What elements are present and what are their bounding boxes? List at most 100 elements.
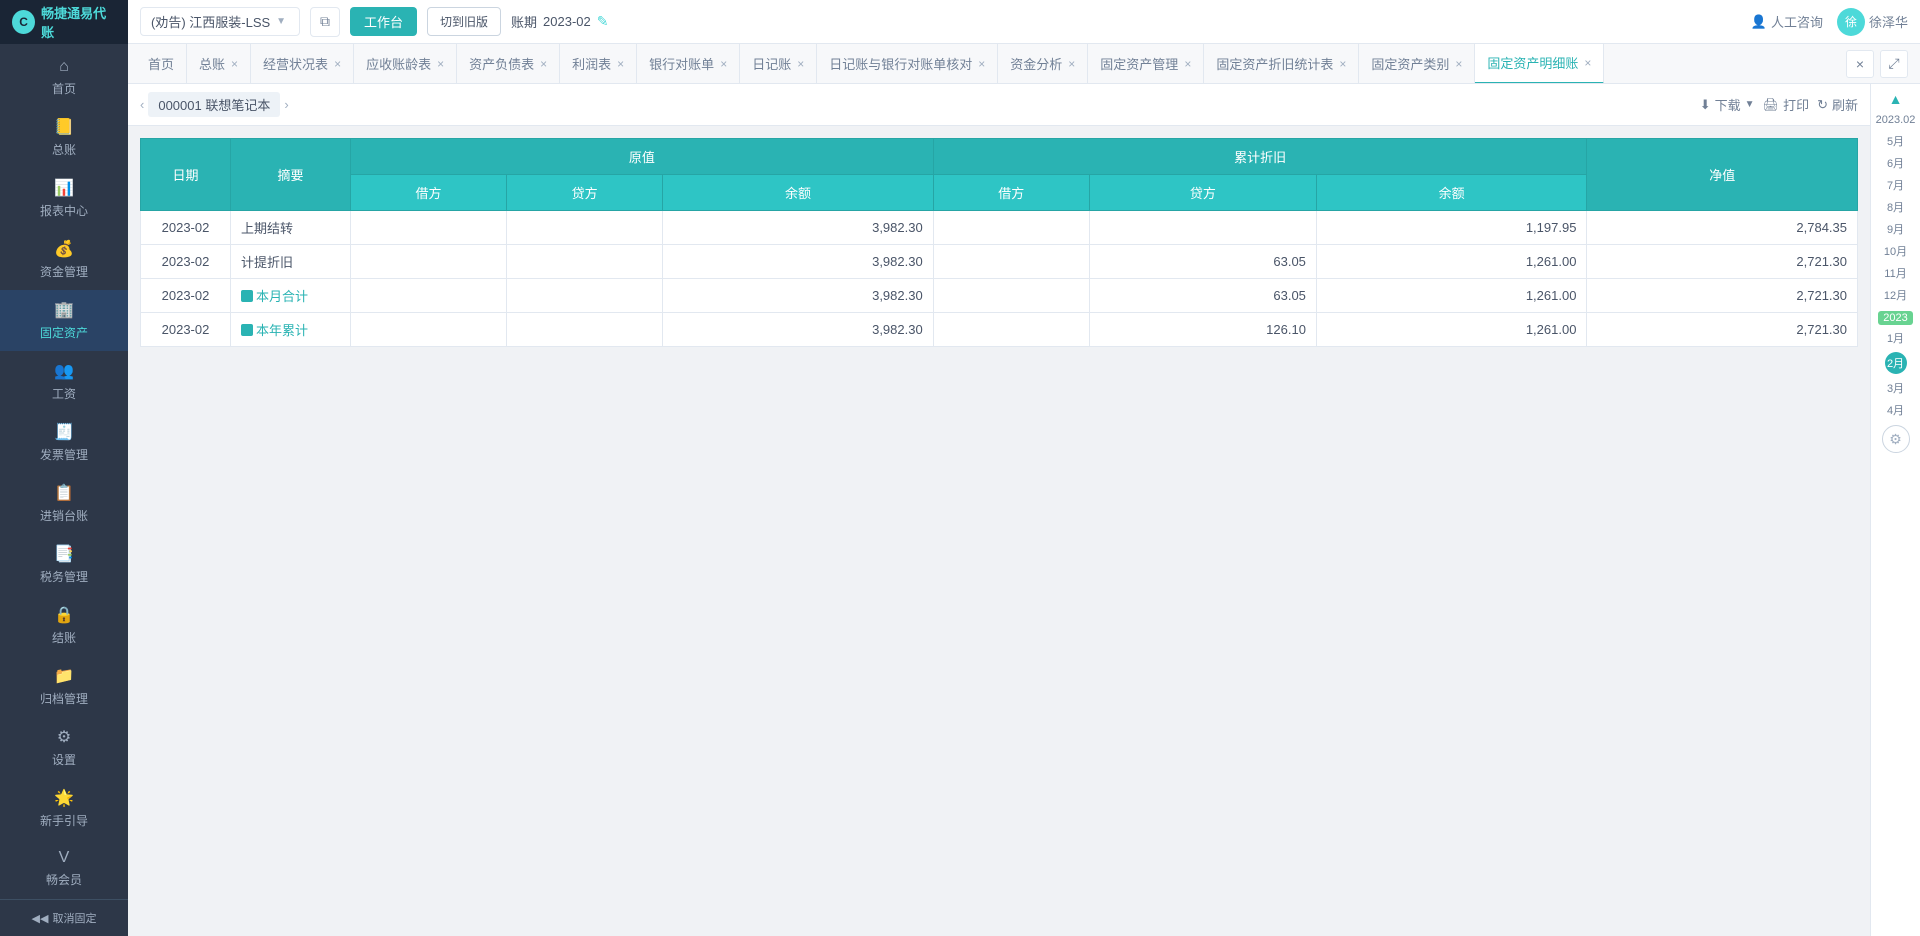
tab-close-icon[interactable]: × <box>334 57 341 71</box>
timeline-month-9[interactable]: 9月 <box>1871 218 1920 240</box>
tab-close-icon[interactable]: × <box>231 57 238 71</box>
timeline-month-2-active[interactable]: 2月 <box>1871 349 1920 377</box>
tab-ledger[interactable]: 总账 × <box>187 44 251 84</box>
user-info[interactable]: 徐 徐泽华 <box>1837 8 1908 36</box>
print-label: 打印 <box>1783 95 1809 114</box>
work-bench-button[interactable]: 工作台 <box>350 7 417 36</box>
archive-icon: 📁 <box>54 666 74 686</box>
timeline-month-12[interactable]: 12月 <box>1871 284 1920 306</box>
sidebar-item-invoice[interactable]: 🧾 发票管理 <box>0 412 128 473</box>
tab-close-all-button[interactable]: × <box>1846 50 1874 78</box>
tab-close-icon[interactable]: × <box>1339 57 1346 71</box>
sidebar-item-capital[interactable]: 💰 资金管理 <box>0 229 128 290</box>
tab-close-icon[interactable]: × <box>1455 57 1462 71</box>
timeline-label: 5月 <box>1887 133 1904 149</box>
sidebar-item-settings[interactable]: ⚙ 设置 <box>0 717 128 778</box>
logo-text: 畅捷通易代账 <box>41 3 116 41</box>
sidebar-item-fixed-assets[interactable]: 🏢 固定资产 <box>0 290 128 351</box>
timeline-month-6[interactable]: 6月 <box>1871 152 1920 174</box>
cell-accum-credit: 63.05 <box>1089 279 1316 313</box>
tab-fixed-category[interactable]: 固定资产类别 × <box>1359 44 1475 84</box>
tabbar: 首页 总账 × 经营状况表 × 应收账龄表 × 资产负债表 × 利润表 × 银行… <box>128 44 1920 84</box>
cell-accum-debit <box>933 211 1089 245</box>
tab-label: 首页 <box>148 54 174 73</box>
sidebar-item-label: 设置 <box>52 751 76 768</box>
asset-nav: ‹ 000001 联想笔记本 › ⬇ 下载 ▼ 🖨 打印 ↻ <box>128 84 1870 126</box>
company-selector[interactable]: (劝告) 江西服装-LSS ▼ <box>140 7 300 36</box>
download-button[interactable]: ⬇ 下载 ▼ <box>1700 95 1755 114</box>
tab-operating[interactable]: 经营状况表 × <box>251 44 354 84</box>
tab-close-icon[interactable]: × <box>720 57 727 71</box>
refresh-button[interactable]: ↻ 刷新 <box>1817 95 1858 114</box>
tab-close-icon[interactable]: × <box>797 57 804 71</box>
nav-prev-arrow[interactable]: ‹ <box>140 97 144 112</box>
tab-home[interactable]: 首页 <box>136 44 187 84</box>
tab-receivable[interactable]: 应收账龄表 × <box>354 44 457 84</box>
tab-label: 经营状况表 <box>263 54 328 73</box>
timeline-settings-icon[interactable]: ⚙ <box>1882 425 1910 453</box>
tab-journal-bank[interactable]: 日记账与银行对账单核对 × <box>817 44 998 84</box>
sidebar-item-reports[interactable]: 📊 报表中心 <box>0 168 128 229</box>
sidebar-collapse[interactable]: ◀◀ 取消固定 <box>0 899 128 936</box>
tab-close-icon[interactable]: × <box>1068 57 1075 71</box>
service-icon: 👤 <box>1751 14 1767 30</box>
tab-close-icon[interactable]: × <box>617 57 624 71</box>
invoice-icon: 🧾 <box>54 422 74 442</box>
sidebar-logo: C 畅捷通易代账 <box>0 0 128 44</box>
settings-icon: ⚙ <box>57 727 71 747</box>
timeline-month-3[interactable]: 3月 <box>1871 377 1920 399</box>
fixed-assets-icon: 🏢 <box>54 300 74 320</box>
tab-close-icon[interactable]: × <box>978 57 985 71</box>
sidebar-item-member[interactable]: V 畅会员 <box>0 839 128 898</box>
nav-next-arrow[interactable]: › <box>284 97 288 112</box>
asset-nav-actions: ⬇ 下载 ▼ 🖨 打印 ↻ 刷新 <box>1700 95 1858 114</box>
tab-expand-button[interactable]: ⤢ <box>1880 50 1908 78</box>
tab-balance[interactable]: 资产负债表 × <box>457 44 560 84</box>
tab-depreciation-table[interactable]: 固定资产折旧统计表 × <box>1204 44 1359 84</box>
sidebar-item-home[interactable]: ⌂ 首页 <box>0 48 128 107</box>
timeline-month-7[interactable]: 7月 <box>1871 174 1920 196</box>
timeline-month-11[interactable]: 11月 <box>1871 262 1920 284</box>
sidebar-item-tax[interactable]: 📑 税务管理 <box>0 534 128 595</box>
sidebar-item-label: 工资 <box>52 385 76 402</box>
copy-button[interactable]: ⧉ <box>310 7 340 37</box>
sidebar-item-guide[interactable]: 🌟 新手引导 <box>0 778 128 839</box>
content-area: ‹ 000001 联想笔记本 › ⬇ 下载 ▼ 🖨 打印 ↻ <box>128 84 1920 936</box>
tab-bank[interactable]: 银行对账单 × <box>637 44 740 84</box>
tab-fixed-detail[interactable]: 固定资产明细账 × <box>1475 44 1604 84</box>
tab-fund-analysis[interactable]: 资金分析 × <box>998 44 1088 84</box>
timeline-scroll-up[interactable]: ▲ <box>1886 88 1906 110</box>
timeline-month-1[interactable]: 1月 <box>1871 327 1920 349</box>
sidebar-item-sales[interactable]: 📋 进销台账 <box>0 473 128 534</box>
tab-profit[interactable]: 利润表 × <box>560 44 637 84</box>
timeline-month-4[interactable]: 4月 <box>1871 399 1920 421</box>
sidebar-item-archive[interactable]: 📁 归档管理 <box>0 656 128 717</box>
tab-close-icon[interactable]: × <box>437 57 444 71</box>
tab-close-icon[interactable]: × <box>540 57 547 71</box>
period-edit-icon[interactable]: ✎ <box>597 13 609 30</box>
guide-icon: 🌟 <box>54 788 74 808</box>
tab-journal[interactable]: 日记账 × <box>740 44 817 84</box>
avatar: 徐 <box>1837 8 1865 36</box>
cell-orig-balance: 3,982.30 <box>663 279 934 313</box>
sidebar-item-label: 固定资产 <box>40 324 88 341</box>
tab-label: 总账 <box>199 54 225 73</box>
sidebar-item-close[interactable]: 🔒 结账 <box>0 595 128 656</box>
period-value: 2023-02 <box>543 14 591 29</box>
timeline-month-10[interactable]: 10月 <box>1871 240 1920 262</box>
sidebar-item-payroll[interactable]: 👥 工资 <box>0 351 128 412</box>
print-icon: 🖨 <box>1763 97 1780 113</box>
cell-accum-debit <box>933 313 1089 347</box>
tab-close-icon[interactable]: × <box>1584 56 1591 70</box>
tab-fixed-mgmt[interactable]: 固定资产管理 × <box>1088 44 1204 84</box>
tab-close-icon[interactable]: × <box>1184 57 1191 71</box>
timeline-month-8[interactable]: 8月 <box>1871 196 1920 218</box>
cell-date: 2023-02 <box>141 245 231 279</box>
service-button[interactable]: 👤 人工咨询 <box>1751 12 1823 31</box>
tab-label: 应收账龄表 <box>366 54 431 73</box>
sidebar-item-ledger[interactable]: 📒 总账 <box>0 107 128 168</box>
timeline-month-5[interactable]: 5月 <box>1871 130 1920 152</box>
cell-orig-credit <box>507 245 663 279</box>
switch-version-button[interactable]: 切到旧版 <box>427 7 501 36</box>
print-button[interactable]: 🖨 打印 <box>1763 95 1810 114</box>
